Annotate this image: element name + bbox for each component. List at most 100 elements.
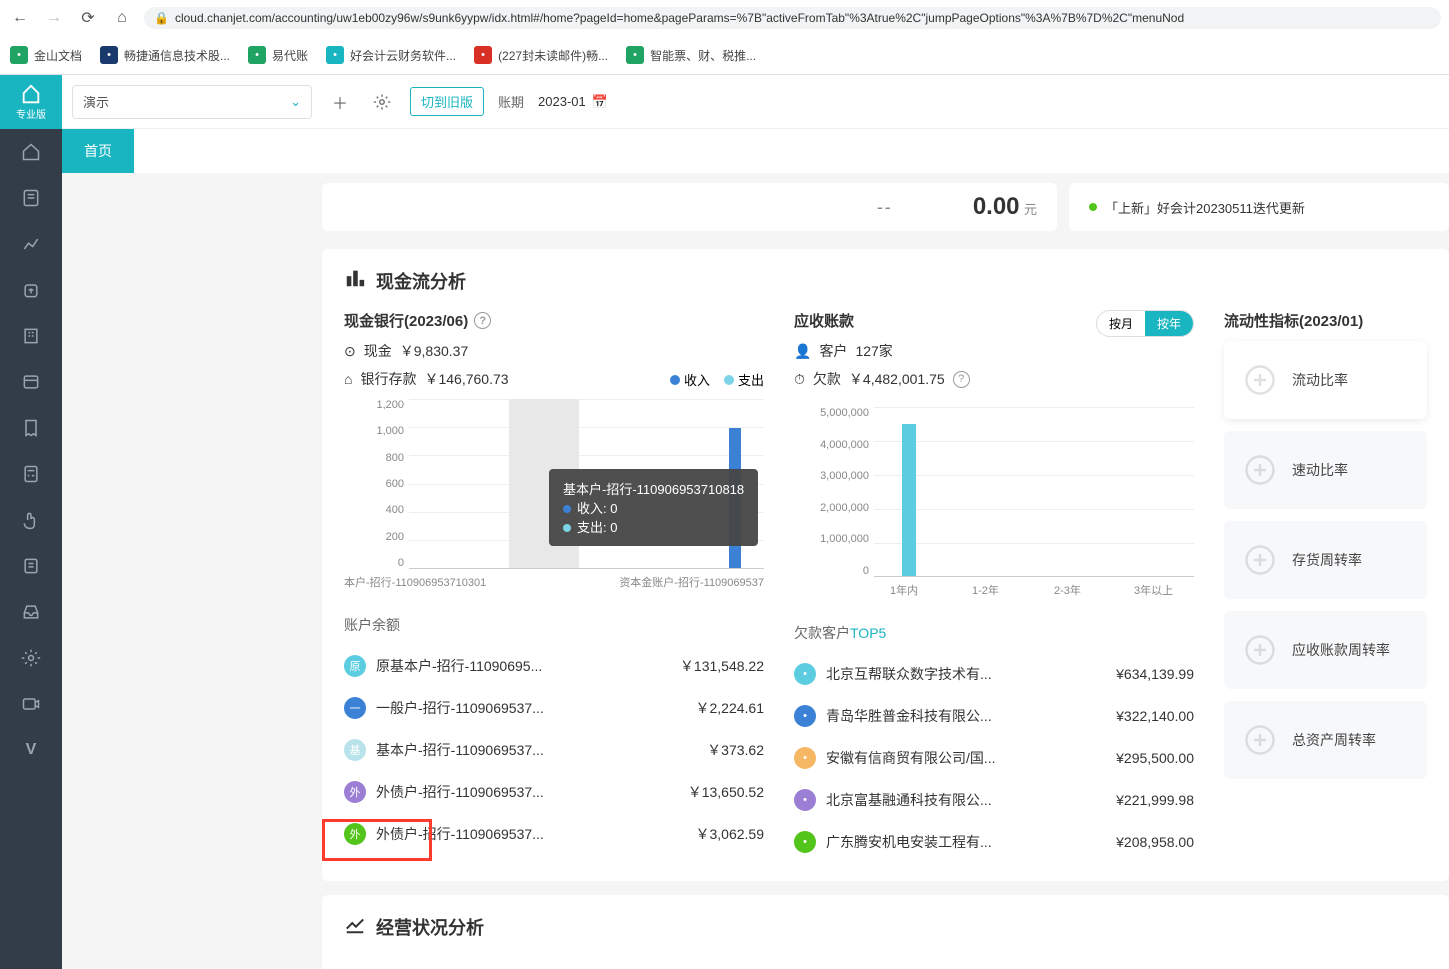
liquidity-card[interactable]: 应收账款周转率 — [1224, 611, 1427, 689]
liquidity-card[interactable]: 速动比率 — [1224, 431, 1427, 509]
switch-month[interactable]: 按月 — [1097, 311, 1145, 336]
url-bar[interactable]: 🔒 cloud.chanjet.com/accounting/uw1eb00zy… — [144, 7, 1441, 29]
legend-out-dot-icon — [724, 375, 734, 385]
sidebar-money-icon[interactable] — [0, 267, 62, 313]
liquidity-card-icon — [1242, 362, 1278, 398]
top5-row[interactable]: •安徽有信商贸有限公司/国...¥295,500.00 — [794, 737, 1194, 779]
sidebar-doc-icon[interactable] — [0, 175, 62, 221]
liquidity-card-label: 速动比率 — [1292, 460, 1348, 480]
sidebar-calc-icon[interactable] — [0, 451, 62, 497]
cashflow-card: 现金流分析 现金银行(2023/06) ? ⊙ 现金 ￥9,830.37 — [322, 249, 1449, 881]
cash-value: ￥9,830.37 — [400, 341, 469, 361]
bookmark-favicon-icon: • — [474, 46, 492, 64]
gear-icon[interactable] — [368, 88, 396, 116]
tab-home[interactable]: 首页 — [62, 129, 134, 173]
tooltip-out-text: 支出: 0 — [577, 520, 617, 535]
sidebar-ledger-icon[interactable] — [0, 359, 62, 405]
account-name: 原基本户-招行-11090695... — [376, 656, 542, 676]
bookmark-item[interactable]: • 易代账 — [248, 46, 308, 64]
account-badge-icon: 外 — [344, 823, 366, 845]
chart-x-label-2: 资本金账户-招行-1109069537 — [619, 574, 764, 590]
recv-x-label: 1-2年 — [972, 582, 999, 598]
help-icon[interactable]: ? — [953, 371, 970, 388]
bookmark-favicon-icon: • — [248, 46, 266, 64]
cust-value: 127家 — [855, 341, 892, 361]
account-badge-icon: 基 — [344, 739, 366, 761]
liquidity-card-icon — [1242, 722, 1278, 758]
sidebar-note-icon[interactable] — [0, 543, 62, 589]
app-logo: 专业版 — [0, 75, 62, 129]
topbar: 演示 ⌄ ＋ 切到旧版 账期 2023-01 📅 — [62, 75, 1449, 129]
bookmark-item[interactable]: •智能票、财、税推... — [626, 46, 756, 64]
deposit-value: ￥146,760.73 — [424, 369, 508, 389]
yen-icon: ⊙ — [344, 343, 356, 360]
account-amount: ￥2,224.61 — [696, 698, 765, 718]
sidebar-hand-icon[interactable] — [0, 497, 62, 543]
sidebar-inbox-icon[interactable] — [0, 589, 62, 635]
notice-text: 「上新」好会计20230511迭代更新 — [1105, 198, 1305, 217]
liquidity-card[interactable]: 总资产周转率 — [1224, 701, 1427, 779]
recv-x-label: 1年内 — [890, 582, 918, 598]
top5-row[interactable]: •青岛华胜普金科技有限公...¥322,140.00 — [794, 695, 1194, 737]
amount-zero-value: 0.00 — [973, 193, 1020, 220]
sidebar-video-icon[interactable] — [0, 681, 62, 727]
sidebar-gear-icon[interactable] — [0, 635, 62, 681]
clock-icon: ⏱ — [794, 371, 805, 388]
bookmark-label: 智能票、财、税推... — [650, 47, 756, 64]
account-name: 基本户-招行-1109069537... — [376, 740, 544, 760]
notice-box[interactable]: 「上新」好会计20230511迭代更新 — [1069, 183, 1449, 231]
help-icon[interactable]: ? — [474, 312, 491, 329]
bookmark-label: 易代账 — [272, 47, 308, 64]
bookmark-item[interactable]: • (227封未读邮件)畅... — [474, 46, 608, 64]
customer-badge-icon: • — [794, 747, 816, 769]
lock-icon: 🔒 — [154, 11, 169, 25]
cash-label: 现金 — [364, 341, 392, 361]
org-select[interactable]: 演示 ⌄ — [72, 85, 312, 119]
recv-bar-chart: 5,000,0004,000,0003,000,0002,000,0001,00… — [794, 407, 1194, 607]
bookmark-item[interactable]: •金山文档 — [10, 46, 82, 64]
bank-icon: ⌂ — [344, 371, 352, 387]
top5-row[interactable]: •广东腾安机电安装工程有...¥208,958.00 — [794, 821, 1194, 863]
debt-label: 欠款 — [813, 369, 841, 389]
sidebar-building-icon[interactable] — [0, 313, 62, 359]
sidebar-v-icon[interactable]: V — [0, 727, 62, 773]
add-icon[interactable]: ＋ — [326, 88, 354, 116]
top5-row[interactable]: •北京富基融通科技有限公...¥221,999.98 — [794, 779, 1194, 821]
biz-title: 经营状况分析 — [376, 914, 484, 940]
sidebar-chart-icon[interactable] — [0, 221, 62, 267]
account-row[interactable]: 外外债户-招行-1109069537...￥13,650.52 — [344, 771, 764, 813]
cust-label: 客户 — [819, 341, 847, 361]
account-row[interactable]: 外外债户-招行-1109069537...￥3,062.59 — [344, 813, 764, 855]
account-row[interactable]: 原原基本户-招行-11090695...￥131,548.22 — [344, 645, 764, 687]
old-version-button[interactable]: 切到旧版 — [410, 87, 484, 116]
period-label: 账期 — [498, 92, 524, 111]
liquidity-card[interactable]: 存货周转率 — [1224, 521, 1427, 599]
account-row[interactable]: 基基本户-招行-1109069537...￥373.62 — [344, 729, 764, 771]
account-badge-icon: 一 — [344, 697, 366, 719]
nav-forward-icon[interactable]: → — [42, 6, 66, 30]
bookmark-label: (227封未读邮件)畅... — [498, 47, 608, 64]
account-row[interactable]: 一一般户-招行-1109069537...￥2,224.61 — [344, 687, 764, 729]
top5-row[interactable]: •北京互帮联众数字技术有...¥634,139.99 — [794, 653, 1194, 695]
tooltip-in-dot-icon — [563, 505, 571, 513]
liquidity-card[interactable]: 流动比率 — [1224, 341, 1427, 419]
tooltip-in-text: 收入: 0 — [577, 501, 617, 516]
legend-in-dot-icon — [670, 375, 680, 385]
nav-home-icon[interactable]: ⌂ — [110, 6, 134, 30]
top5-badge: TOP5 — [850, 625, 886, 641]
period-picker[interactable]: 2023-01 📅 — [538, 94, 608, 110]
liquidity-card-icon — [1242, 452, 1278, 488]
nav-reload-icon[interactable]: ⟳ — [76, 6, 100, 30]
customer-name: 北京富基融通科技有限公... — [826, 790, 992, 810]
debt-value: ￥4,482,001.75 — [849, 369, 945, 389]
bookmark-item[interactable]: •好会计云财务软件... — [326, 46, 456, 64]
bookmark-favicon-icon: • — [326, 46, 344, 64]
sidebar-home-icon[interactable] — [0, 129, 62, 175]
recv-x-label: 3年以上 — [1134, 582, 1173, 598]
nav-back-icon[interactable]: ← — [8, 6, 32, 30]
switch-year[interactable]: 按年 — [1145, 311, 1193, 336]
org-name: 演示 — [83, 92, 109, 111]
sidebar-receipt-icon[interactable] — [0, 405, 62, 451]
account-amount: ￥131,548.22 — [680, 656, 764, 676]
bookmark-item[interactable]: •畅捷通信息技术股... — [100, 46, 230, 64]
